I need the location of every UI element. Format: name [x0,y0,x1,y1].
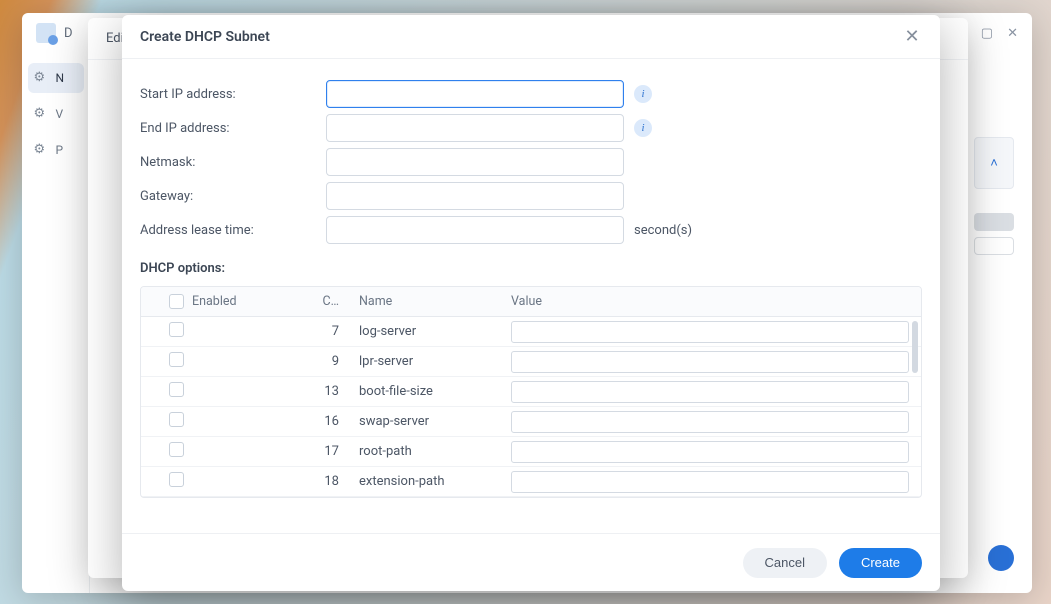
bg-accordion-toggle[interactable]: ˄ [974,137,1014,189]
option-name: log-server [359,324,511,339]
col-code: C… [299,294,359,309]
bg-title: D [64,26,73,41]
dhcp-options-table: Enabled C… Name Value 7 log-server 9 lpr… [140,286,922,498]
label-netmask: Netmask: [140,155,326,170]
row-gateway: Gateway: [140,179,922,213]
option-row: 18 extension-path [141,467,921,497]
bg-primary-chip[interactable] [988,545,1014,571]
dialog-header: Create DHCP Subnet ✕ [122,15,940,59]
options-header-row: Enabled C… Name Value [141,287,921,317]
bg-sidebar-item-0[interactable]: N [28,63,84,93]
bg-widget-2 [974,237,1014,255]
input-lease-time[interactable] [326,216,624,244]
option-value-input[interactable] [511,471,909,493]
option-code: 13 [299,384,359,399]
module-icon [34,142,50,158]
input-start-ip[interactable] [326,80,624,108]
chevron-up-icon: ˄ [990,155,998,171]
window-close-icon[interactable]: ✕ [1007,26,1018,41]
window-maximize-icon[interactable]: ▢ [981,26,993,41]
option-code: 17 [299,444,359,459]
option-code: 16 [299,414,359,429]
lease-time-suffix: second(s) [634,223,692,238]
create-dhcp-subnet-dialog: Create DHCP Subnet ✕ Start IP address: i… [122,15,940,591]
option-value-input[interactable] [511,411,909,433]
header-checkbox[interactable] [169,294,184,309]
info-icon[interactable]: i [634,85,652,103]
option-row: 9 lpr-server [141,347,921,377]
network-icon [34,70,50,86]
row-lease-time: Address lease time: second(s) [140,213,922,247]
app-logo-icon [36,23,56,43]
cancel-button[interactable]: Cancel [743,548,827,578]
input-end-ip[interactable] [326,114,624,142]
option-name: boot-file-size [359,384,511,399]
option-checkbox[interactable] [169,472,184,487]
bg-sidebar-item-2[interactable]: P [28,135,84,165]
option-row: 16 swap-server [141,407,921,437]
bg-sidebar-item-1[interactable]: V [28,99,84,129]
option-row: 7 log-server [141,317,921,347]
option-value-input[interactable] [511,381,909,403]
option-checkbox[interactable] [169,322,184,337]
option-checkbox[interactable] [169,442,184,457]
option-value-input[interactable] [511,351,909,373]
row-netmask: Netmask: [140,145,922,179]
option-row: 17 root-path [141,437,921,467]
bg-sidebar: N V P [22,53,90,593]
option-code: 9 [299,354,359,369]
option-code: 7 [299,324,359,339]
dialog-title: Create DHCP Subnet [140,29,270,45]
close-icon[interactable]: ✕ [902,27,922,47]
col-enabled: Enabled [192,294,237,309]
dhcp-options-heading: DHCP options: [140,261,922,276]
option-name: extension-path [359,474,511,489]
option-checkbox[interactable] [169,382,184,397]
option-name: lpr-server [359,354,511,369]
dialog-body: Start IP address: i End IP address: i Ne… [122,59,940,533]
col-name: Name [359,294,511,309]
dialog-footer: Cancel Create [122,533,940,591]
option-row: 13 boot-file-size [141,377,921,407]
scrollbar-thumb[interactable] [912,321,918,373]
row-start-ip: Start IP address: i [140,77,922,111]
row-end-ip: End IP address: i [140,111,922,145]
option-name: root-path [359,444,511,459]
input-netmask[interactable] [326,148,624,176]
option-checkbox[interactable] [169,412,184,427]
label-lease-time: Address lease time: [140,223,326,238]
col-value: Value [511,294,909,309]
option-name: swap-server [359,414,511,429]
option-value-input[interactable] [511,441,909,463]
label-gateway: Gateway: [140,189,326,204]
input-gateway[interactable] [326,182,624,210]
create-button[interactable]: Create [839,548,922,578]
info-icon[interactable]: i [634,119,652,137]
option-code: 18 [299,474,359,489]
building-icon [34,106,50,122]
bg-widget-1 [974,213,1014,231]
label-start-ip: Start IP address: [140,87,326,102]
label-end-ip: End IP address: [140,121,326,136]
option-checkbox[interactable] [169,352,184,367]
option-value-input[interactable] [511,321,909,343]
